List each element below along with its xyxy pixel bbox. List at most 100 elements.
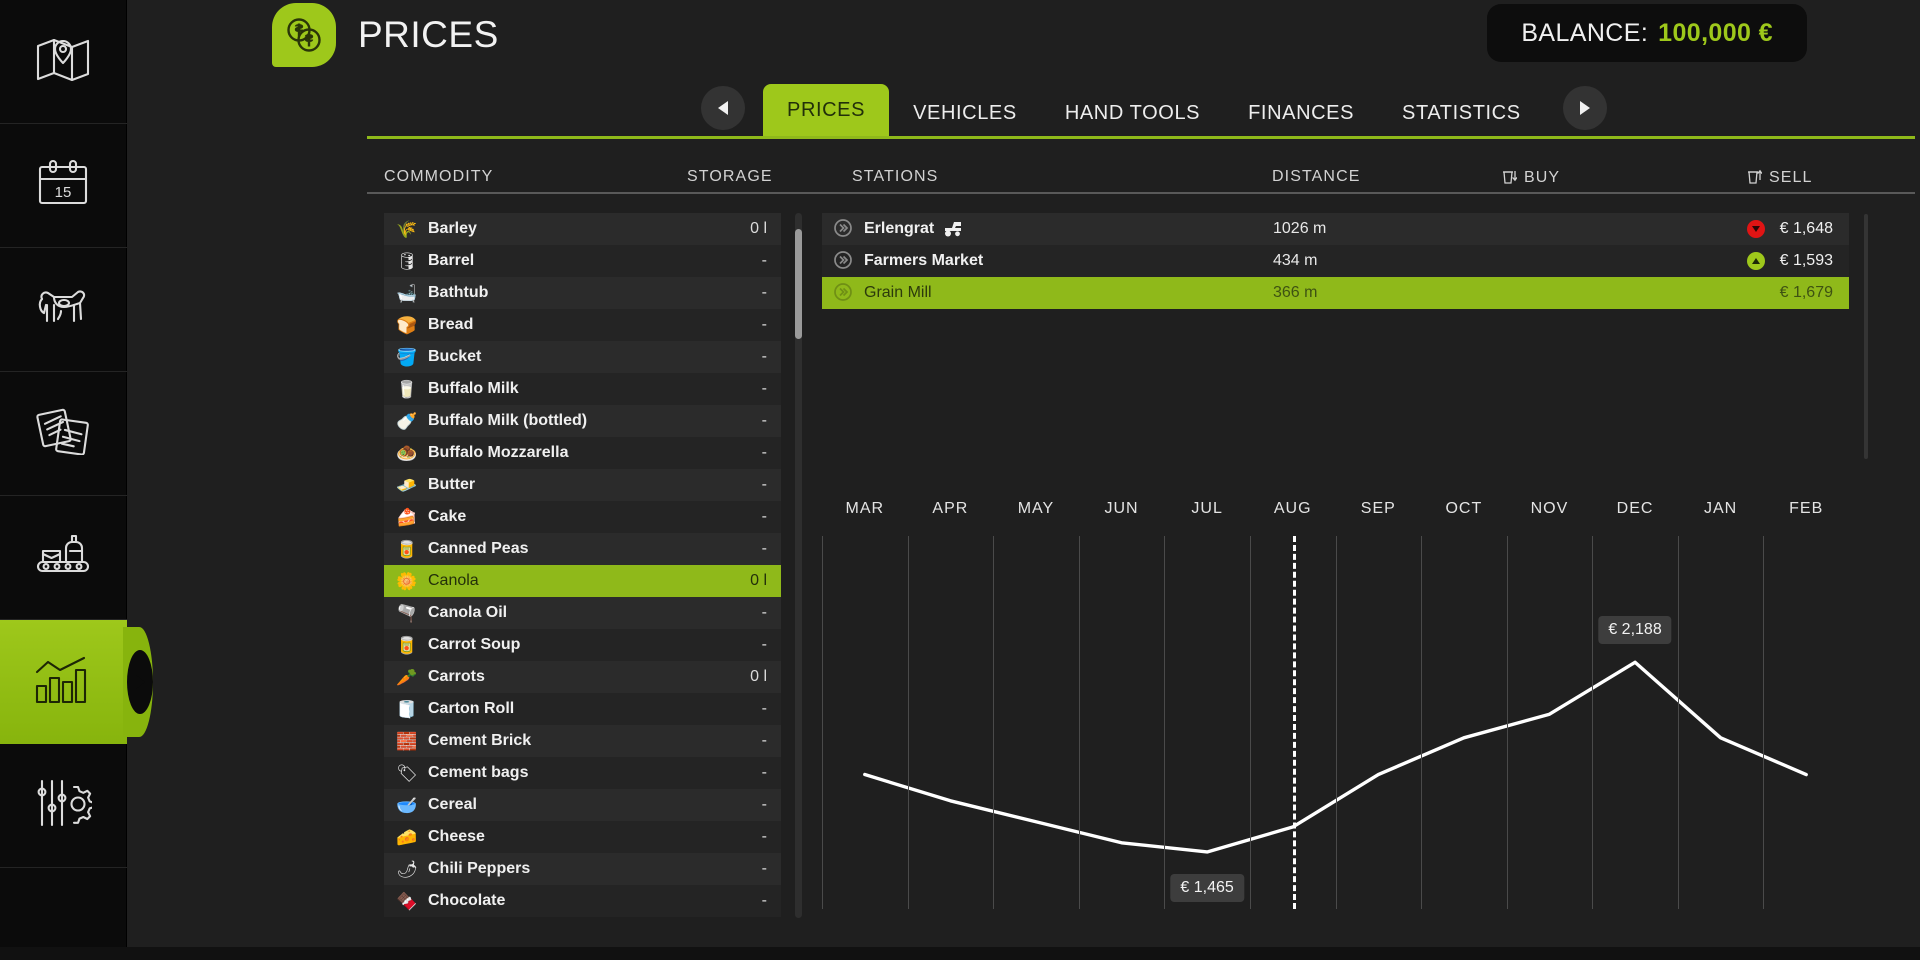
sidebar-item-production[interactable] [0, 496, 127, 620]
column-header-sell-label: SELL [1769, 169, 1813, 186]
commodity-name: Chocolate [428, 892, 762, 910]
tab-statistics[interactable]: STATISTICS [1378, 91, 1545, 136]
commodity-row[interactable]: 🥛Buffalo Milk- [384, 373, 781, 405]
commodity-row[interactable]: 🍰Cake- [384, 501, 781, 533]
station-scrollbar[interactable] [1864, 214, 1868, 459]
commodity-icon: 🧀 [394, 825, 420, 849]
bar-chart-icon [34, 656, 92, 709]
tab-prices[interactable]: PRICES [763, 84, 889, 136]
tab-hand-tools[interactable]: HAND TOOLS [1041, 91, 1224, 136]
chart-month-label: APR [932, 500, 968, 518]
sidebar-item-map[interactable] [0, 0, 127, 124]
column-header-distance[interactable]: DISTANCE [1272, 168, 1361, 186]
column-header-stations[interactable]: STATIONS [852, 168, 938, 186]
chart-month-label: OCT [1445, 500, 1482, 518]
commodity-name: Barley [428, 220, 750, 238]
commodity-name: Carrots [428, 668, 750, 686]
commodity-icon: 🌶 [394, 857, 420, 881]
tabs-prev-button[interactable] [701, 86, 745, 130]
chart-gridline [1592, 536, 1593, 909]
station-row[interactable]: Erlengrat1026 m€ 1,648 [822, 213, 1849, 245]
documents-icon [35, 407, 91, 460]
commodity-scrollbar-thumb[interactable] [795, 229, 802, 339]
chart-gridline [1763, 536, 1764, 909]
chart-month-label: MAY [1018, 500, 1054, 518]
commodity-storage: - [762, 508, 767, 526]
column-header-buy[interactable]: BUY [1502, 168, 1560, 190]
commodity-row[interactable]: 🌾 Barley0 l [384, 213, 781, 245]
chevron-right-icon [136, 675, 145, 689]
commodity-storage: - [762, 892, 767, 910]
commodity-icon: 🥫 [394, 537, 420, 561]
chart-month-label: MAR [846, 500, 885, 518]
commodity-row[interactable]: 🧱Cement Brick- [384, 725, 781, 757]
sidebar-item-animals[interactable] [0, 248, 127, 372]
commodity-row[interactable]: 🧆Buffalo Mozzarella- [384, 437, 781, 469]
column-header-storage[interactable]: STORAGE [687, 168, 773, 186]
commodity-storage: 0 l [750, 572, 767, 590]
tabs-next-button[interactable] [1563, 86, 1607, 130]
commodity-storage: 0 l [750, 220, 767, 238]
sidebar-item-contracts[interactable] [0, 372, 127, 496]
svg-text:15: 15 [55, 184, 72, 201]
commodity-row[interactable]: 🛁Bathtub- [384, 277, 781, 309]
commodity-row[interactable]: 🫗Canola Oil- [384, 597, 781, 629]
commodity-row[interactable]: 🧀Cheese- [384, 821, 781, 853]
station-name: Farmers Market [864, 252, 983, 270]
commodity-row[interactable]: 🥫Canned Peas- [384, 533, 781, 565]
commodity-row[interactable]: 🧻Carton Roll- [384, 693, 781, 725]
calendar-icon: 15 [37, 159, 89, 212]
map-icon [36, 36, 90, 87]
chart-min-label: € 1,465 [1170, 874, 1243, 902]
commodity-row[interactable]: 🍼Buffalo Milk (bottled)- [384, 405, 781, 437]
commodity-name: Cake [428, 508, 762, 526]
commodity-list[interactable]: 🌾Barley0 l🛢Barrel-🛁Bathtub-🍞Bread-🪣Bucke… [384, 213, 781, 918]
chart-gridline [1164, 536, 1165, 909]
commodity-storage: - [762, 796, 767, 814]
commodity-icon: 🧈 [394, 473, 420, 497]
commodity-icon: 🧆 [394, 441, 420, 465]
commodity-row[interactable]: 🥣Cereal- [384, 789, 781, 821]
commodity-row[interactable]: 🌶Chili Peppers- [384, 853, 781, 885]
commodity-storage: - [762, 732, 767, 750]
commodity-row[interactable]: 🥕Carrots0 l [384, 661, 781, 693]
commodity-icon: 🥕 [394, 665, 420, 689]
chevron-right-icon [1580, 101, 1590, 115]
station-row[interactable]: Grain Mill366 m€ 1,679 [822, 277, 1849, 309]
sell-bucket-icon [1747, 168, 1762, 190]
commodity-row[interactable]: 🌼Canola0 l [384, 565, 781, 597]
commodity-icon: 🥣 [394, 793, 420, 817]
main-panel: PRICES BALANCE: 100,000 € PRICES VEHICLE… [127, 0, 1920, 947]
commodity-row[interactable]: 🍞Bread- [384, 309, 781, 341]
commodity-row[interactable]: 🛢Barrel- [384, 245, 781, 277]
column-header-sell[interactable]: SELL [1747, 168, 1813, 190]
commodity-row[interactable]: 🍫Chocolate- [384, 885, 781, 917]
sidebar-item-calendar[interactable]: 15 [0, 124, 127, 248]
sidebar-item-statistics[interactable] [0, 620, 127, 744]
commodity-storage: - [762, 316, 767, 334]
sidebar-item-settings[interactable] [0, 744, 127, 868]
commodity-scrollbar[interactable] [795, 213, 802, 918]
commodity-row[interactable]: 🧈Butter- [384, 469, 781, 501]
cow-icon [34, 285, 92, 334]
tab-underline [367, 136, 1915, 139]
commodity-icon: 🌾 [394, 217, 420, 241]
commodity-row[interactable]: 🪣Bucket- [384, 341, 781, 373]
commodity-icon: 🫗 [394, 601, 420, 625]
tab-finances[interactable]: FINANCES [1224, 91, 1378, 136]
commodity-row[interactable]: 🏷Cement bags- [384, 757, 781, 789]
commodity-storage: - [762, 540, 767, 558]
commodity-storage: - [762, 860, 767, 878]
buy-bucket-icon [1502, 168, 1517, 190]
commodity-icon: 🧱 [394, 729, 420, 753]
chart-max-label: € 2,188 [1598, 616, 1671, 644]
commodity-storage: - [762, 636, 767, 654]
station-row[interactable]: Farmers Market434 m€ 1,593 [822, 245, 1849, 277]
column-header-buy-label: BUY [1524, 169, 1560, 186]
commodity-icon: 🧻 [394, 697, 420, 721]
station-list[interactable]: Erlengrat1026 m€ 1,648Farmers Market434 … [822, 213, 1849, 309]
column-header-commodity[interactable]: COMMODITY [384, 168, 493, 186]
commodity-row[interactable]: 🥫Carrot Soup- [384, 629, 781, 661]
chart-plot-area: € 1,465 € 2,188 [822, 536, 1849, 909]
tab-vehicles[interactable]: VEHICLES [889, 91, 1041, 136]
